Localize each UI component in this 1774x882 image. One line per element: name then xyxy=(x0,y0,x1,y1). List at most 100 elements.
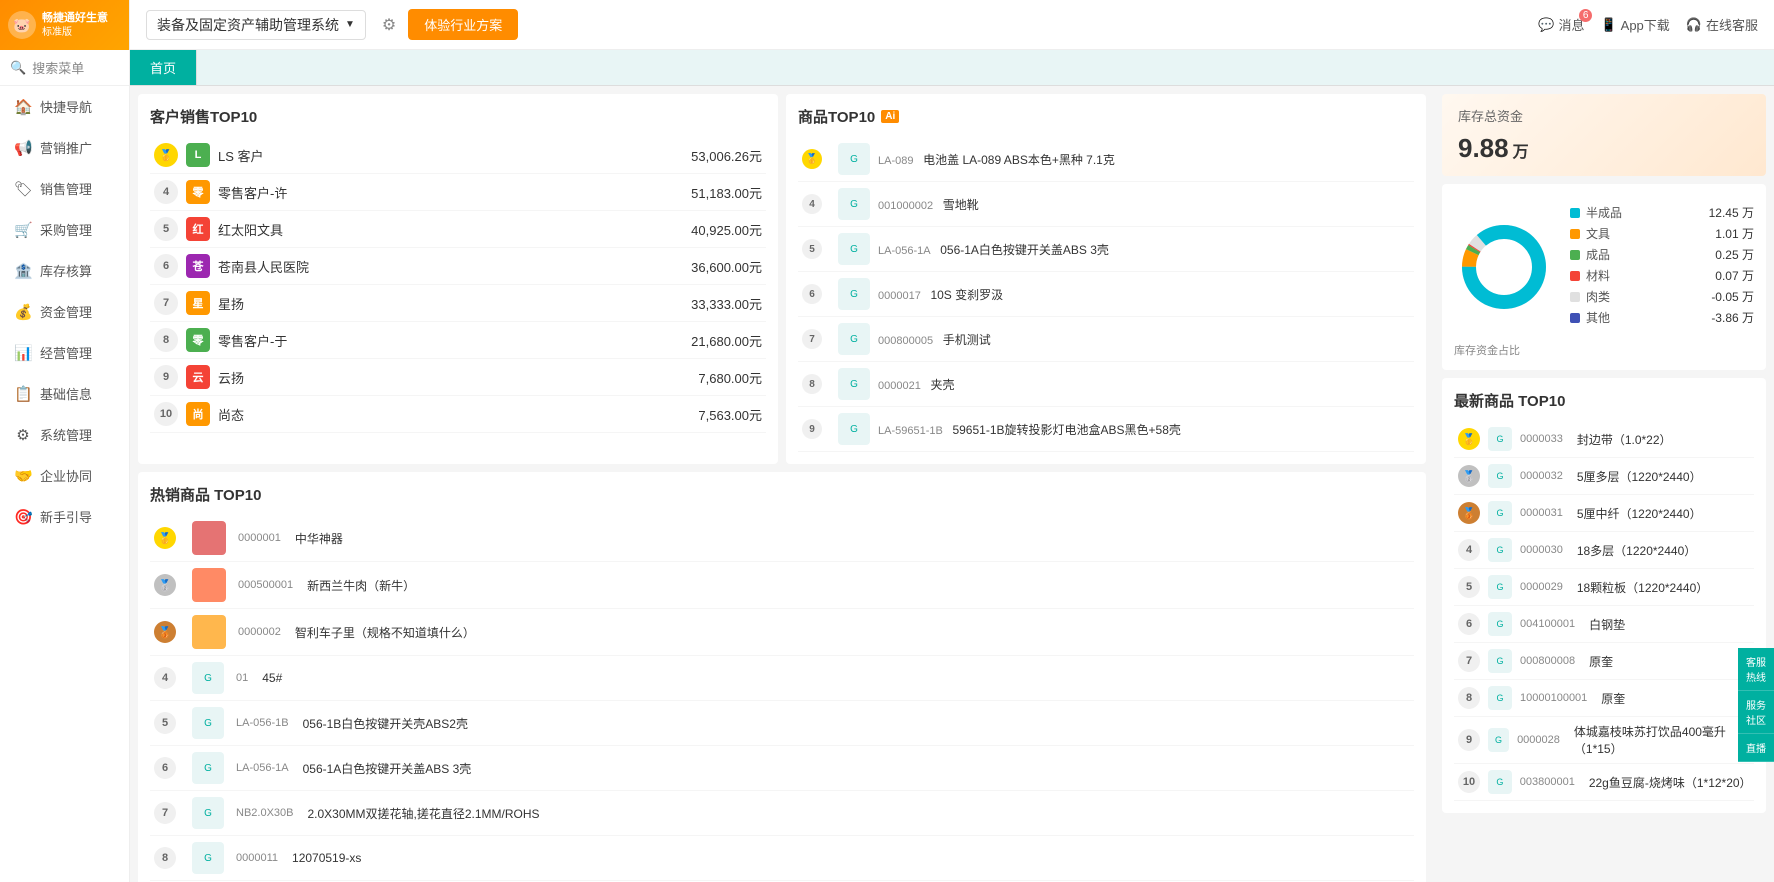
list-item: 6 G LA-056-1A 056-1A白色按键开关盖ABS 3壳 xyxy=(150,746,1414,791)
list-item: 8 G 0000021 夹壳 xyxy=(798,362,1414,407)
tab-home[interactable]: 首页 xyxy=(130,50,197,85)
search-icon: 🔍 xyxy=(10,60,26,76)
collab-icon: 🤝 xyxy=(14,467,32,485)
logo-icon: 🐷 xyxy=(8,11,36,39)
product-image: G xyxy=(192,752,224,784)
rank-number: 9 xyxy=(802,419,822,439)
rank-number: 7 xyxy=(154,291,178,315)
list-item: 🥈 G 0000032 5厘多层（1220*2440） xyxy=(1454,458,1754,495)
product-image: G xyxy=(838,143,870,175)
topbar-right: 💬 消息 6 📱 App下载 🎧 在线客服 xyxy=(1538,15,1758,34)
legend-item: 材料 0.07 万 xyxy=(1570,267,1754,284)
product-image: G xyxy=(838,413,870,445)
latest-products-card: 最新商品 TOP10 🥇 G 0000033 封边带（1.0*22） 🥈 G xyxy=(1442,378,1766,813)
message-btn[interactable]: 💬 消息 6 xyxy=(1538,15,1584,34)
float-btn-service[interactable]: 客服热线 xyxy=(1738,648,1774,691)
experience-btn[interactable]: 体验行业方案 xyxy=(408,9,518,40)
sidebar-item-purchase[interactable]: 🛒 采购管理 xyxy=(0,209,129,250)
product-image: G xyxy=(838,233,870,265)
headset-icon: 🎧 xyxy=(1686,17,1702,33)
home-icon: 🏠 xyxy=(14,98,32,116)
rank-number: 7 xyxy=(154,802,176,824)
product-info: 0000017 10S 变刹罗汲 xyxy=(878,286,1410,303)
system-name-selector[interactable]: 装备及固定资产辅助管理系统 ▼ xyxy=(146,10,366,40)
sidebar-item-system[interactable]: ⚙ 系统管理 xyxy=(0,414,129,455)
rank-number: 8 xyxy=(802,374,822,394)
float-btn-live[interactable]: 直播 xyxy=(1738,734,1774,762)
customer-ranking-title: 客户销售TOP10 xyxy=(150,106,766,127)
rank-number: 9 xyxy=(154,365,178,389)
rank-number: 5 xyxy=(154,712,176,734)
sidebar-item-quick-nav[interactable]: 🏠 快捷导航 xyxy=(0,86,129,127)
sidebar-item-basics[interactable]: 📋 基础信息 xyxy=(0,373,129,414)
product-image: G xyxy=(1488,464,1512,488)
sidebar-item-sales[interactable]: 🏷 销售管理 xyxy=(0,168,129,209)
product-image: G xyxy=(192,797,224,829)
product-image: G xyxy=(1488,575,1512,599)
rank-number: 7 xyxy=(1458,650,1480,672)
top-two-col: 客户销售TOP10 🥇 L LS 客户 53,006.26元 4 xyxy=(138,94,1426,464)
list-item: 8 G 0000011 12070519-xs xyxy=(150,836,1414,881)
table-row: 6 苍 苍南县人民医院 36,600.00元 xyxy=(150,248,766,285)
sidebar-item-inventory[interactable]: 🏦 库存核算 xyxy=(0,250,129,291)
customer-ranking-card: 客户销售TOP10 🥇 L LS 客户 53,006.26元 4 xyxy=(138,94,778,464)
rank-number: 6 xyxy=(802,284,822,304)
product-info: LA-59651-1B 59651-1B旋转投影灯电池盒ABS黑色+58壳 xyxy=(878,421,1410,438)
product-image: G xyxy=(1488,686,1512,710)
list-item: 🥇 G 0000033 封边带（1.0*22） xyxy=(1454,421,1754,458)
tab-bar: 首页 xyxy=(130,50,1774,86)
sidebar-logo: 🐷 畅捷通好生意 标准版 xyxy=(0,0,129,50)
product-info: 0000021 夹壳 xyxy=(878,376,1410,393)
product-ranking-list: 🥇 G LA-089 电池盖 LA-089 ABS本色+黑种 7.1克 4 G xyxy=(798,137,1414,452)
table-row: 10 尚 尚态 7,563.00元 xyxy=(150,396,766,433)
product-image: G xyxy=(1488,612,1512,636)
dashboard: 客户销售TOP10 🥇 L LS 客户 53,006.26元 4 xyxy=(130,86,1774,882)
table-row: 4 零 零售客户-许 51,183.00元 xyxy=(150,174,766,211)
right-panel: 库存总资金 9.88 万 xyxy=(1434,86,1774,882)
legend-item: 文具 1.01 万 xyxy=(1570,225,1754,242)
rank-number: 6 xyxy=(1458,613,1480,635)
app-download-btn[interactable]: 📱 App下载 xyxy=(1600,15,1669,34)
rank-number: 5 xyxy=(1458,576,1480,598)
rank-medal: 🥈 xyxy=(1458,465,1480,487)
main-area: 装备及固定资产辅助管理系统 ▼ ⚙ 体验行业方案 💬 消息 6 📱 App下载 … xyxy=(130,0,1774,882)
rank-number: 10 xyxy=(154,402,178,426)
avatar: 零 xyxy=(186,328,210,352)
settings-icon[interactable]: ⚙ xyxy=(382,15,396,35)
rank-number: 8 xyxy=(1458,687,1480,709)
sidebar-item-collab[interactable]: 🤝 企业协同 xyxy=(0,455,129,496)
product-image: G xyxy=(192,842,224,874)
sidebar-item-marketing[interactable]: 📢 营销推广 xyxy=(0,127,129,168)
list-item: 5 G 0000029 18颗粒板（1220*2440） xyxy=(1454,569,1754,606)
rank-number: 6 xyxy=(154,757,176,779)
donut-chart xyxy=(1454,217,1554,317)
float-btn-community[interactable]: 服务社区 xyxy=(1738,691,1774,734)
chevron-down-icon: ▼ xyxy=(345,19,355,30)
online-service-btn[interactable]: 🎧 在线客服 xyxy=(1686,15,1758,34)
rank-number: 4 xyxy=(154,667,176,689)
customer-ranking-table: 🥇 L LS 客户 53,006.26元 4 零 零售客户-许 51,183.0… xyxy=(150,137,766,433)
product-image: G xyxy=(1488,770,1512,794)
avatar: 红 xyxy=(186,217,210,241)
table-row: 8 零 零售客户-于 21,680.00元 xyxy=(150,322,766,359)
table-row: 9 云 云扬 7,680.00元 xyxy=(150,359,766,396)
sidebar-search[interactable]: 🔍 搜索菜单 xyxy=(0,50,129,86)
float-buttons: 客服热线 服务社区 直播 xyxy=(1738,648,1774,762)
list-item: 9 G 0000028 体城嘉枝味苏打饮品400毫升（1*15） xyxy=(1454,717,1754,764)
system-icon: ⚙ xyxy=(14,426,32,444)
rank-medal: 🥉 xyxy=(1458,502,1480,524)
product-ranking-card: 商品TOP10 Ai 🥇 G LA-089 电池盖 LA-089 ABS本色+黑… xyxy=(786,94,1426,464)
product-info: 001000002 雪地靴 xyxy=(878,196,1410,213)
rank-medal: 🥇 xyxy=(154,143,178,167)
guide-icon: 🎯 xyxy=(14,508,32,526)
list-item: 🥇 G LA-089 电池盖 LA-089 ABS本色+黑种 7.1克 xyxy=(798,137,1414,182)
avatar: 尚 xyxy=(186,402,210,426)
sidebar-item-finance[interactable]: 💰 资金管理 xyxy=(0,291,129,332)
sidebar-item-guide[interactable]: 🎯 新手引导 xyxy=(0,496,129,537)
table-row: 7 星 星扬 33,333.00元 xyxy=(150,285,766,322)
rank-number: 6 xyxy=(154,254,178,278)
sidebar-item-operations[interactable]: 📊 经营管理 xyxy=(0,332,129,373)
rank-number: 5 xyxy=(802,239,822,259)
message-icon: 💬 xyxy=(1538,17,1554,33)
product-image xyxy=(192,615,226,649)
